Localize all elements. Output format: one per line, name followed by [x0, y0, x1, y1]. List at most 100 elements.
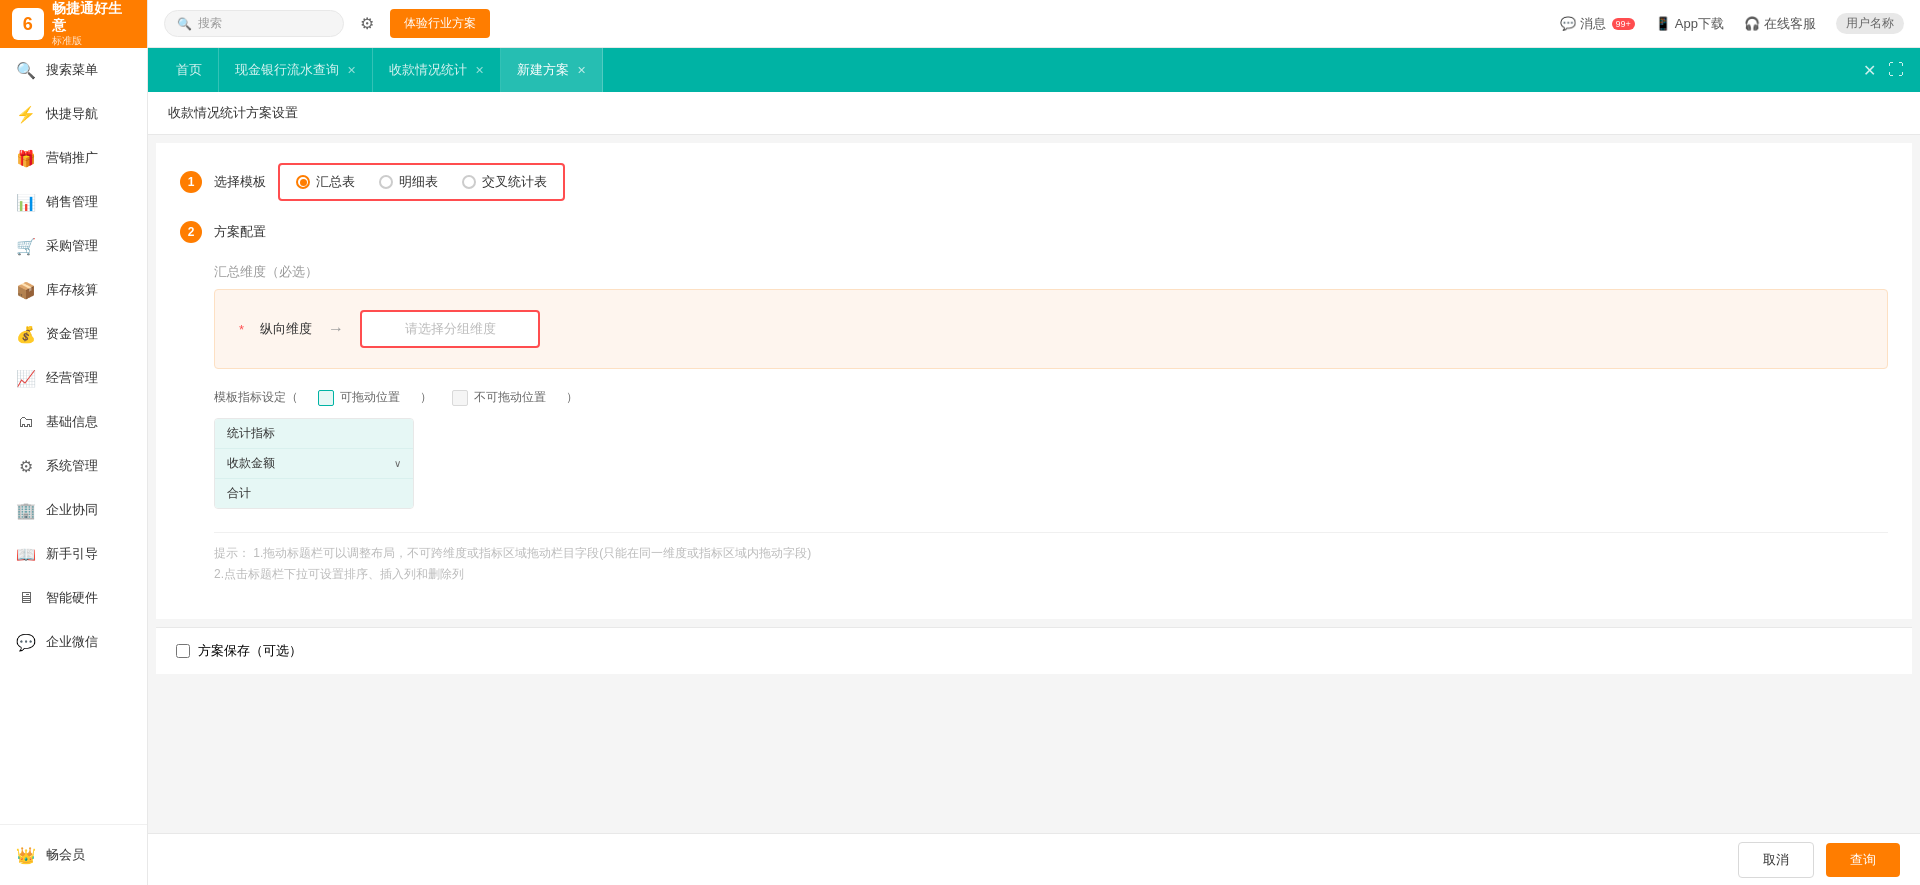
sidebar-item-label: 快捷导航	[46, 105, 98, 123]
sidebar-item-corp-collab[interactable]: 🏢 企业协同	[0, 488, 147, 532]
sidebar-item-label: 搜索菜单	[46, 61, 98, 79]
dim-select-box[interactable]: 请选择分组维度	[360, 310, 540, 348]
topbar-right: 💬 消息 99+ 📱 App下载 🎧 在线客服 用户名称	[1560, 13, 1904, 34]
settings-icon[interactable]: ⚙	[360, 14, 374, 33]
download-icon: 📱	[1655, 16, 1671, 31]
operations-icon: 📈	[16, 369, 36, 388]
sidebar-item-purchase[interactable]: 🛒 采购管理	[0, 224, 147, 268]
step1-label: 选择模板	[214, 173, 266, 191]
dimension-area: * 纵向维度 → 请选择分组维度	[214, 289, 1888, 369]
sidebar-item-sales[interactable]: 📊 销售管理	[0, 180, 147, 224]
purchase-icon: 🛒	[16, 237, 36, 256]
sidebar-item-search-menu[interactable]: 🔍 搜索菜单	[0, 48, 147, 92]
sidebar-item-basic-info[interactable]: 🗂 基础信息	[0, 400, 147, 444]
tips-area: 提示： 1.拖动标题栏可以调整布局，不可跨维度或指标区域拖动栏目字段(只能在同一…	[214, 532, 1888, 599]
corp-wechat-icon: 💬	[16, 633, 36, 652]
radio-detail-dot	[379, 175, 393, 189]
sidebar-item-smart-hw[interactable]: 🖥 智能硬件	[0, 576, 147, 620]
sidebar-item-label: 企业微信	[46, 633, 98, 651]
tab-bank-flow-close[interactable]: ✕	[347, 64, 356, 77]
sidebar-item-vip[interactable]: 👑 畅会员	[0, 833, 147, 877]
sidebar: 6 畅捷通好生意 标准版 🔍 搜索菜单 ⚡ 快捷导航 🎁 营销推广 📊 销售管理…	[0, 0, 148, 885]
tabbar: 首页 现金银行流水查询 ✕ 收款情况统计 ✕ 新建方案 ✕ ✕ ⛶	[148, 48, 1920, 92]
sidebar-item-label: 采购管理	[46, 237, 98, 255]
page-content: 收款情况统计方案设置 1 选择模板 汇总表 明细表	[148, 92, 1920, 833]
smart-hw-icon: 🖥	[16, 589, 36, 607]
system-icon: ⚙	[16, 457, 36, 476]
tab-new-plan[interactable]: 新建方案 ✕	[501, 48, 603, 92]
sidebar-logo: 6 畅捷通好生意 标准版	[0, 0, 147, 48]
sidebar-item-label: 库存核算	[46, 281, 98, 299]
main-area: 🔍 搜索 ⚙ 体验行业方案 💬 消息 99+ 📱 App下载 🎧 在线客服 用户…	[148, 0, 1920, 885]
search-placeholder: 搜索	[198, 15, 222, 32]
tip1: 提示： 1.拖动标题栏可以调整布局，不可跨维度或指标区域拖动栏目字段(只能在同一…	[214, 545, 1888, 562]
user-avatar[interactable]: 用户名称	[1836, 13, 1904, 34]
radio-detail[interactable]: 明细表	[379, 173, 438, 191]
chevron-down-icon: ∨	[394, 458, 401, 469]
save-checkbox[interactable]	[176, 644, 190, 658]
save-label: 方案保存（可选）	[198, 642, 302, 660]
tab-expand-icon[interactable]: ⛶	[1888, 61, 1904, 79]
tab-home[interactable]: 首页	[156, 48, 219, 92]
radio-summary[interactable]: 汇总表	[296, 173, 355, 191]
app-download-item[interactable]: 📱 App下载	[1655, 15, 1724, 33]
search-menu-icon: 🔍	[16, 61, 36, 80]
query-button[interactable]: 查询	[1826, 843, 1900, 877]
sidebar-item-corp-wechat[interactable]: 💬 企业微信	[0, 620, 147, 664]
corp-collab-icon: 🏢	[16, 501, 36, 520]
marketing-icon: 🎁	[16, 149, 36, 168]
sidebar-item-label: 畅会员	[46, 846, 85, 864]
radio-cross-dot	[462, 175, 476, 189]
sidebar-item-marketing[interactable]: 🎁 营销推广	[0, 136, 147, 180]
tab-new-plan-close[interactable]: ✕	[577, 64, 586, 77]
sidebar-item-operations[interactable]: 📈 经营管理	[0, 356, 147, 400]
sidebar-item-inventory[interactable]: 📦 库存核算	[0, 268, 147, 312]
sidebar-item-label: 经营管理	[46, 369, 98, 387]
radio-summary-label: 汇总表	[316, 173, 355, 191]
step2-label: 方案配置	[214, 223, 266, 241]
fixed-icon	[452, 390, 468, 406]
tip2: 2.点击标题栏下拉可设置排序、插入列和删除列	[214, 566, 1888, 583]
tab-collection-stat-label: 收款情况统计	[389, 61, 467, 79]
indicator-section: 模板指标设定（ 可拖动位置 ） 不可拖动位置 ） 统计指标	[214, 389, 1888, 512]
tab-new-plan-label: 新建方案	[517, 61, 569, 79]
step2-row: 2 方案配置	[180, 221, 1888, 243]
tab-bank-flow-label: 现金银行流水查询	[235, 61, 339, 79]
sidebar-item-quick-nav[interactable]: ⚡ 快捷导航	[0, 92, 147, 136]
online-service-item[interactable]: 🎧 在线客服	[1744, 15, 1816, 33]
trial-btn[interactable]: 体验行业方案	[390, 9, 490, 38]
message-icon: 💬	[1560, 16, 1576, 31]
indicator-col-amount-label: 收款金额	[227, 455, 275, 472]
app-name: 畅捷通好生意	[52, 0, 135, 34]
vip-icon: 👑	[16, 846, 36, 865]
required-star: *	[239, 322, 244, 337]
sidebar-item-system[interactable]: ⚙ 系统管理	[0, 444, 147, 488]
radio-summary-dot	[296, 175, 310, 189]
tab-collection-stat[interactable]: 收款情况统计 ✕	[373, 48, 501, 92]
vertical-dim-label: 纵向维度	[260, 320, 312, 338]
sales-icon: 📊	[16, 193, 36, 212]
basic-info-icon: 🗂	[16, 413, 36, 431]
radio-cross[interactable]: 交叉统计表	[462, 173, 547, 191]
template-radio-group: 汇总表 明细表 交叉统计表	[278, 163, 565, 201]
indicator-col-amount[interactable]: 收款金额 ∨	[215, 449, 413, 479]
service-icon: 🎧	[1744, 16, 1760, 31]
online-service-label: 在线客服	[1764, 15, 1816, 33]
message-item[interactable]: 💬 消息 99+	[1560, 15, 1635, 33]
cancel-button[interactable]: 取消	[1738, 842, 1814, 878]
sidebar-item-finance[interactable]: 💰 资金管理	[0, 312, 147, 356]
finance-icon: 💰	[16, 325, 36, 344]
dim-arrow-icon: →	[328, 320, 344, 338]
tab-bank-flow[interactable]: 现金银行流水查询 ✕	[219, 48, 373, 92]
page-header: 收款情况统计方案设置	[148, 92, 1920, 135]
sidebar-item-guide[interactable]: 📖 新手引导	[0, 532, 147, 576]
message-label: 消息	[1580, 15, 1606, 33]
tabbar-right: ✕ ⛶	[1863, 61, 1912, 80]
sidebar-item-label: 基础信息	[46, 413, 98, 431]
tab-collection-stat-close[interactable]: ✕	[475, 64, 484, 77]
tab-home-label: 首页	[176, 61, 202, 79]
search-box[interactable]: 🔍 搜索	[164, 10, 344, 37]
tab-close-all-icon[interactable]: ✕	[1863, 61, 1876, 80]
sidebar-item-label: 系统管理	[46, 457, 98, 475]
sidebar-item-label: 新手引导	[46, 545, 98, 563]
